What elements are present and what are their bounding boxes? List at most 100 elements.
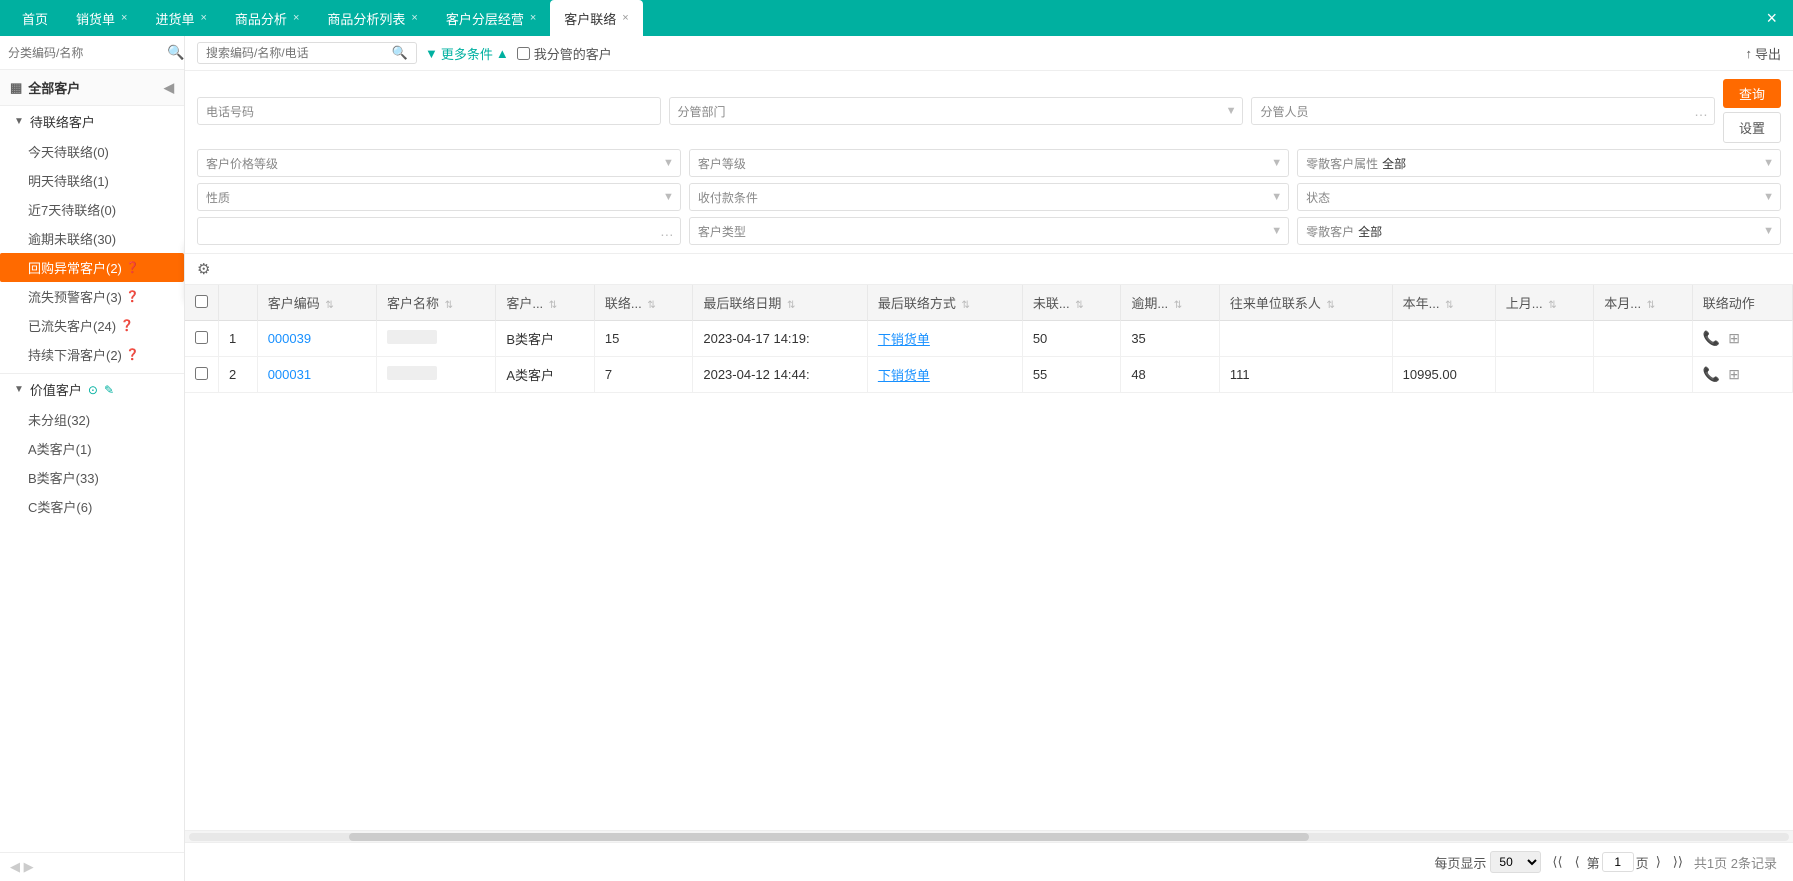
- close-icon[interactable]: ×: [622, 12, 628, 24]
- table-header-code[interactable]: 客户编码 ⇅: [257, 285, 376, 321]
- page-number-input[interactable]: [1602, 852, 1634, 872]
- more-icon[interactable]: …: [660, 223, 674, 239]
- settings-icon[interactable]: ✎: [104, 383, 114, 397]
- sort-icon[interactable]: ⇅: [961, 300, 969, 311]
- sidebar-item-declining[interactable]: 持续下滑客户(2) ❓: [0, 340, 184, 369]
- table-header-last-date[interactable]: 最后联络日期 ⇅: [693, 285, 867, 321]
- search-icon[interactable]: 🔍: [167, 44, 184, 61]
- sidebar-item-class-b[interactable]: B类客户(33): [0, 463, 184, 492]
- my-customer-check[interactable]: [517, 47, 530, 60]
- table-header-customer-type[interactable]: 客户... ⇅: [496, 285, 595, 321]
- sort-icon[interactable]: ⇅: [445, 300, 453, 311]
- sort-icon[interactable]: ⇅: [787, 300, 795, 311]
- sidebar-item-overdue[interactable]: 逾期未联络(30): [0, 224, 184, 253]
- dept-filter[interactable]: 分管部门 ▼: [669, 97, 1244, 125]
- my-customer-checkbox[interactable]: 我分管的客户: [517, 44, 612, 63]
- nav-customer-contact[interactable]: 客户联络 ×: [550, 0, 642, 36]
- status-filter[interactable]: 状态 ▼: [1297, 183, 1781, 211]
- sort-icon[interactable]: ⇅: [1647, 300, 1655, 311]
- help-icon[interactable]: ❓: [120, 319, 134, 332]
- sidebar-item-class-a[interactable]: A类客户(1): [0, 434, 184, 463]
- table-header-unlocked[interactable]: 未联... ⇅: [1022, 285, 1121, 321]
- table-header-contact-count[interactable]: 联络... ⇅: [594, 285, 693, 321]
- help-icon[interactable]: ❓: [126, 261, 140, 274]
- customer-type-filter[interactable]: 客户类型 ▼: [689, 217, 1289, 245]
- customer-level-filter[interactable]: 客户等级 ▼: [689, 149, 1289, 177]
- close-icon[interactable]: ×: [293, 12, 299, 24]
- page-size-select[interactable]: 50 100 200: [1490, 851, 1541, 873]
- collapse-icon[interactable]: ◀: [164, 80, 174, 96]
- close-icon[interactable]: ×: [121, 12, 127, 24]
- table-header-contact-person[interactable]: 往来单位联系人 ⇅: [1219, 285, 1392, 321]
- setting-button[interactable]: 设置: [1723, 112, 1781, 143]
- horizontal-scrollbar[interactable]: [185, 830, 1793, 842]
- sort-icon[interactable]: ⇅: [1548, 300, 1556, 311]
- prev-page-button[interactable]: ⟨: [1570, 852, 1585, 872]
- sidebar-group-value-title[interactable]: ▼ 价值客户 ⊙ ✎: [0, 373, 184, 405]
- nav-sales[interactable]: 销货单 ×: [62, 0, 141, 36]
- more-action-icon[interactable]: ⊞: [1728, 330, 1740, 347]
- sort-icon[interactable]: ⇅: [1326, 300, 1334, 311]
- query-button[interactable]: 查询: [1723, 79, 1781, 108]
- export-button[interactable]: ↑ 导出: [1745, 44, 1781, 63]
- close-icon[interactable]: ×: [530, 12, 536, 24]
- more-action-icon[interactable]: ⊞: [1728, 366, 1740, 383]
- row-last-method[interactable]: 下销货单: [867, 321, 1022, 357]
- sort-icon[interactable]: ⇅: [1174, 300, 1182, 311]
- nav-analysis[interactable]: 商品分析 ×: [221, 0, 313, 36]
- price-level-filter[interactable]: 客户价格等级 ▼: [197, 149, 681, 177]
- row-code[interactable]: 000031: [257, 357, 376, 393]
- scroll-track[interactable]: [189, 833, 1789, 841]
- sidebar-item-tomorrow[interactable]: 明天待联络(1): [0, 166, 184, 195]
- sort-icon[interactable]: ⇅: [647, 300, 655, 311]
- sidebar-scroll-left[interactable]: ◀ ▶: [0, 852, 184, 881]
- sidebar-item-lost[interactable]: 已流失客户(24) ❓: [0, 311, 184, 340]
- retail-attr-filter[interactable]: 零散客户属性 全部 ▼: [1297, 149, 1781, 177]
- search-icon[interactable]: 🔍: [392, 45, 408, 61]
- payment-filter[interactable]: 收付款条件 ▼: [689, 183, 1289, 211]
- row-last-method[interactable]: 下销货单: [867, 357, 1022, 393]
- row-code[interactable]: 000039: [257, 321, 376, 357]
- sidebar-group-pending-title[interactable]: ▼ 待联络客户: [0, 106, 184, 137]
- last-page-button[interactable]: ⟩⟩: [1668, 852, 1688, 872]
- window-close-button[interactable]: ×: [1758, 8, 1785, 29]
- nav-purchase[interactable]: 进货单 ×: [141, 0, 220, 36]
- sort-icon[interactable]: ⇅: [325, 300, 333, 311]
- sidebar-item-today[interactable]: 今天待联络(0): [0, 137, 184, 166]
- next-page-button[interactable]: ⟩: [1651, 852, 1666, 872]
- person-filter[interactable]: 分管人员 …: [1251, 97, 1715, 125]
- contact-icon[interactable]: 📞: [1703, 330, 1720, 347]
- edit-icon[interactable]: ⊙: [88, 383, 98, 397]
- more-icon[interactable]: …: [1694, 103, 1708, 119]
- sidebar-item-ungrouped[interactable]: 未分组(32): [0, 405, 184, 434]
- phone-filter[interactable]: 电话号码: [197, 97, 661, 125]
- sidebar-item-lost-warning[interactable]: 流失预警客户(3) ❓: [0, 282, 184, 311]
- search-input[interactable]: [206, 46, 392, 60]
- close-icon[interactable]: ×: [200, 12, 206, 24]
- select-all-checkbox[interactable]: [195, 295, 208, 308]
- table-header-overdue[interactable]: 逾期... ⇅: [1121, 285, 1220, 321]
- sidebar-item-class-c[interactable]: C类客户(6): [0, 492, 184, 521]
- table-header-last-month[interactable]: 上月... ⇅: [1495, 285, 1594, 321]
- nav-customer-seg[interactable]: 客户分层经营 ×: [432, 0, 550, 36]
- more-conditions-button[interactable]: ▼ 更多条件 ▲: [425, 44, 509, 63]
- close-icon[interactable]: ×: [411, 12, 417, 24]
- row-checkbox[interactable]: [195, 331, 208, 344]
- table-header-name[interactable]: 客户名称 ⇅: [377, 285, 496, 321]
- sort-icon[interactable]: ⇅: [1075, 300, 1083, 311]
- sidebar-item-7days[interactable]: 近7天待联络(0): [0, 195, 184, 224]
- table-header-last-method[interactable]: 最后联络方式 ⇅: [867, 285, 1022, 321]
- table-header-this-year[interactable]: 本年... ⇅: [1392, 285, 1495, 321]
- gear-icon[interactable]: ⚙: [197, 260, 210, 278]
- help-icon[interactable]: ❓: [126, 348, 140, 361]
- sidebar-item-repurchase-abnormal[interactable]: 回购异常客户(2) ❓: [0, 253, 184, 282]
- row-checkbox[interactable]: [195, 367, 208, 380]
- sort-icon[interactable]: ⇅: [549, 300, 557, 311]
- nav-home[interactable]: 首页: [8, 0, 62, 36]
- gender-filter[interactable]: 性质 ▼: [197, 183, 681, 211]
- nav-analysis-list[interactable]: 商品分析列表 ×: [313, 0, 431, 36]
- sort-icon[interactable]: ⇅: [1445, 300, 1453, 311]
- first-page-button[interactable]: ⟨⟨: [1547, 852, 1567, 872]
- table-header-this-month[interactable]: 本月... ⇅: [1594, 285, 1693, 321]
- help-icon[interactable]: ❓: [126, 290, 140, 303]
